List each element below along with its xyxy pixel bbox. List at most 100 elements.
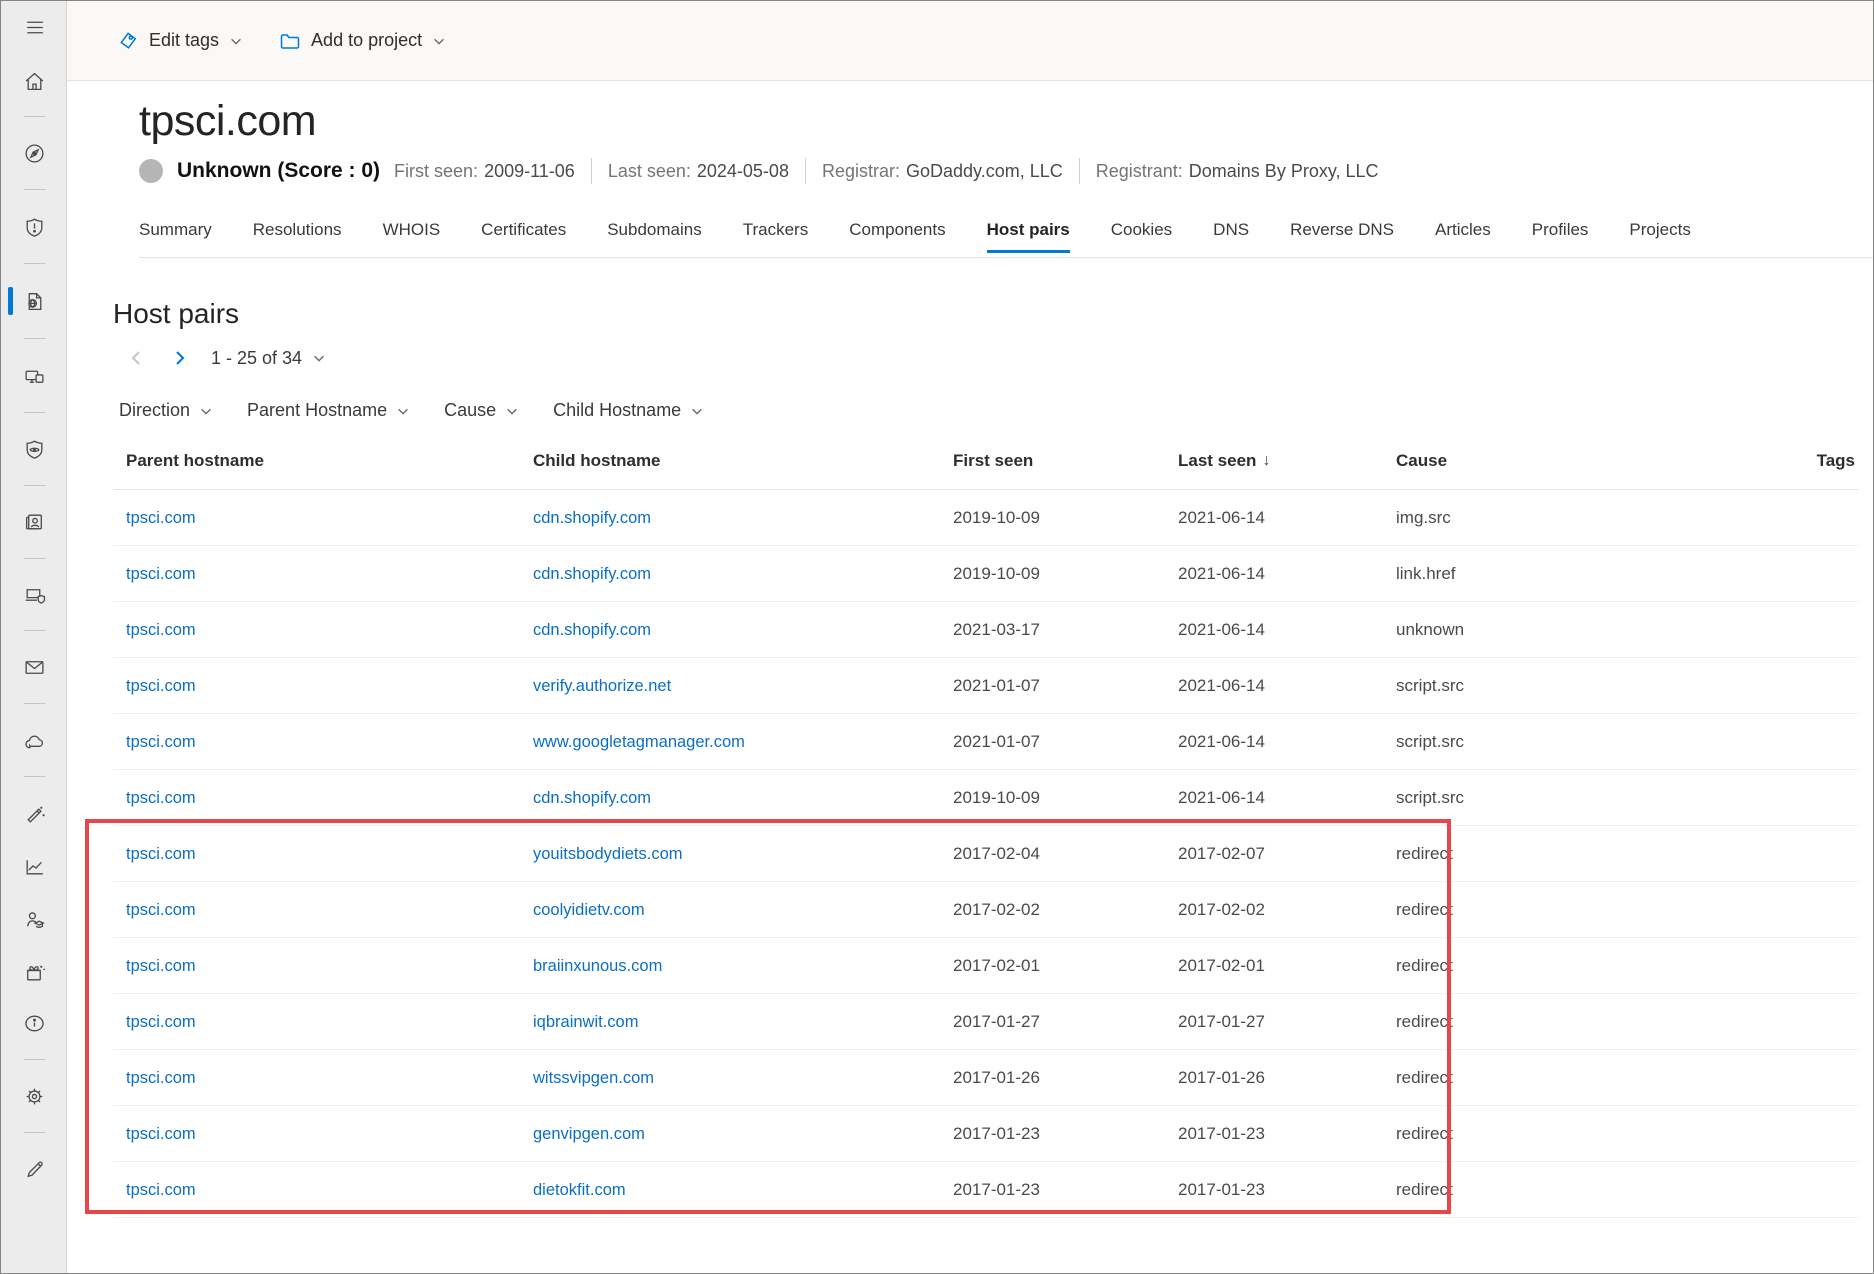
- chevron-right-icon: [176, 351, 185, 365]
- tab-profiles[interactable]: Profiles: [1532, 212, 1589, 257]
- chevron-down-icon: [692, 408, 703, 415]
- col-first-seen[interactable]: First seen: [953, 451, 1178, 471]
- sidebar-item-compass[interactable]: [1, 131, 67, 175]
- child-hostname-link[interactable]: cdn.shopify.com: [533, 565, 651, 583]
- intel-document-icon: [27, 292, 41, 310]
- table-row: tpsci.com coolyidietv.com 2017-02-02 201…: [113, 882, 1859, 938]
- page-title: tpsci.com: [139, 97, 317, 145]
- sidebar-item-person-graduation[interactable]: [1, 897, 67, 941]
- child-hostname-link[interactable]: genvipgen.com: [533, 1125, 645, 1143]
- filter-label: Cause: [444, 400, 497, 420]
- child-hostname-link[interactable]: cdn.shopify.com: [533, 509, 651, 527]
- child-hostname-link[interactable]: www.googletagmanager.com: [533, 733, 745, 751]
- tab-host-pairs[interactable]: Host pairs: [986, 212, 1070, 257]
- meta-separator: [1078, 158, 1080, 184]
- filter-parent-hostname[interactable]: Parent Hostname: [247, 400, 410, 421]
- tab-certificates[interactable]: Certificates: [481, 212, 566, 257]
- sidebar-item-info[interactable]: [1, 1001, 67, 1045]
- sidebar-item-home[interactable]: [1, 59, 67, 103]
- sidebar-item-id-card[interactable]: [1, 500, 67, 544]
- detail-tabs: Summary Resolutions WHOIS Certificates Subdo…: [139, 212, 1873, 258]
- sidebar-item-devices[interactable]: [1, 354, 67, 398]
- edit-tags-label: Edit tags: [149, 30, 220, 50]
- tab-whois[interactable]: WHOIS: [383, 212, 441, 257]
- meta-pair: Last seen: 2024-05-08: [608, 161, 789, 182]
- tab-trackers[interactable]: Trackers: [743, 212, 809, 257]
- tab-cookies[interactable]: Cookies: [1111, 212, 1172, 257]
- parent-hostname-link[interactable]: tpsci.com: [126, 1181, 196, 1199]
- sidebar-item-gear[interactable]: [1, 1074, 67, 1118]
- tab-subdomains[interactable]: Subdomains: [607, 212, 702, 257]
- col-last-seen[interactable]: Last seen ↓: [1178, 451, 1396, 471]
- sidebar-item-gift[interactable]: [1, 950, 67, 994]
- tab-resolutions[interactable]: Resolutions: [253, 212, 342, 257]
- person-graduation-icon: [26, 911, 45, 928]
- child-hostname-link[interactable]: braiinxunous.com: [533, 957, 662, 975]
- col-parent-hostname[interactable]: Parent hostname: [113, 451, 533, 471]
- sidebar-item-mail[interactable]: [1, 645, 67, 689]
- parent-hostname-link[interactable]: tpsci.com: [126, 1125, 196, 1143]
- col-child-hostname[interactable]: Child hostname: [533, 451, 953, 471]
- child-hostname-link[interactable]: witssvipgen.com: [533, 1069, 654, 1087]
- tab-summary[interactable]: Summary: [139, 212, 212, 257]
- sidebar-item-line-chart[interactable]: [1, 844, 67, 888]
- sidebar-item-shield-alert[interactable]: [1, 205, 67, 249]
- cause-value: unknown: [1396, 619, 1465, 639]
- parent-hostname-link[interactable]: tpsci.com: [126, 1069, 196, 1087]
- child-hostname-link[interactable]: iqbrainwit.com: [533, 1013, 638, 1031]
- tab-components[interactable]: Components: [849, 212, 945, 257]
- child-hostname-link[interactable]: cdn.shopify.com: [533, 621, 651, 639]
- parent-hostname-link[interactable]: tpsci.com: [126, 621, 196, 639]
- edit-tags-button[interactable]: Edit tags: [117, 30, 243, 52]
- child-hostname-link[interactable]: youitsbodydiets.com: [533, 845, 683, 863]
- tab-articles[interactable]: Articles: [1435, 212, 1491, 257]
- filter-direction[interactable]: Direction: [119, 400, 213, 421]
- last-seen-value: 2017-01-27: [1178, 1011, 1265, 1031]
- cause-value: redirect: [1396, 1179, 1453, 1199]
- pagination: 1 - 25 of 34: [127, 340, 1873, 376]
- tab-reverse-dns[interactable]: Reverse DNS: [1290, 212, 1394, 257]
- sidebar-item-intel-document[interactable]: [1, 279, 67, 323]
- filter-cause[interactable]: Cause: [444, 400, 519, 421]
- parent-hostname-link[interactable]: tpsci.com: [126, 1013, 196, 1031]
- sidebar-item-shield-eye[interactable]: [1, 427, 67, 471]
- child-hostname-link[interactable]: coolyidietv.com: [533, 901, 645, 919]
- sidebar-item-laptop-shield[interactable]: [1, 573, 67, 617]
- child-hostname-link[interactable]: dietokfit.com: [533, 1181, 626, 1199]
- parent-hostname-link[interactable]: tpsci.com: [126, 677, 196, 695]
- page-range-dropdown[interactable]: 1 - 25 of 34: [211, 348, 326, 369]
- sidebar-item-menu[interactable]: [1, 5, 67, 49]
- table-row: tpsci.com www.googletagmanager.com 2021-…: [113, 714, 1859, 770]
- previous-page-button[interactable]: [127, 348, 147, 368]
- add-to-project-button[interactable]: Add to project: [279, 30, 446, 52]
- filter-child-hostname[interactable]: Child Hostname: [553, 400, 704, 421]
- child-hostname-link[interactable]: verify.authorize.net: [533, 677, 671, 695]
- sidebar-item-pencil[interactable]: [1, 1147, 67, 1191]
- tab-dns[interactable]: DNS: [1213, 212, 1249, 257]
- parent-hostname-link[interactable]: tpsci.com: [126, 901, 196, 919]
- cause-value: img.src: [1396, 507, 1451, 527]
- sidebar-divider: [24, 1131, 46, 1133]
- col-tags[interactable]: Tags: [1696, 451, 1859, 471]
- sidebar-item-magic-wand[interactable]: [1, 791, 67, 835]
- next-page-button[interactable]: [169, 348, 189, 368]
- meta-separator: [590, 158, 592, 184]
- compass-icon: [24, 143, 44, 163]
- col-cause[interactable]: Cause: [1396, 451, 1696, 471]
- cause-value: redirect: [1396, 955, 1453, 975]
- parent-hostname-link[interactable]: tpsci.com: [126, 957, 196, 975]
- tab-projects[interactable]: Projects: [1629, 212, 1690, 257]
- sidebar-divider: [24, 630, 46, 631]
- parent-hostname-link[interactable]: tpsci.com: [126, 565, 196, 583]
- cause-value: redirect: [1396, 899, 1453, 919]
- child-hostname-link[interactable]: cdn.shopify.com: [533, 789, 651, 807]
- host-pairs-table: Parent hostname Child hostname First see…: [85, 433, 1859, 1218]
- first-seen-value: 2017-01-26: [953, 1067, 1040, 1087]
- parent-hostname-link[interactable]: tpsci.com: [126, 509, 196, 527]
- parent-hostname-link[interactable]: tpsci.com: [126, 789, 196, 807]
- cloud-icon: [24, 735, 43, 748]
- sidebar-item-cloud[interactable]: [1, 719, 67, 763]
- parent-hostname-link[interactable]: tpsci.com: [126, 845, 196, 863]
- parent-hostname-link[interactable]: tpsci.com: [126, 733, 196, 751]
- first-seen-value: 2017-01-23: [953, 1179, 1040, 1199]
